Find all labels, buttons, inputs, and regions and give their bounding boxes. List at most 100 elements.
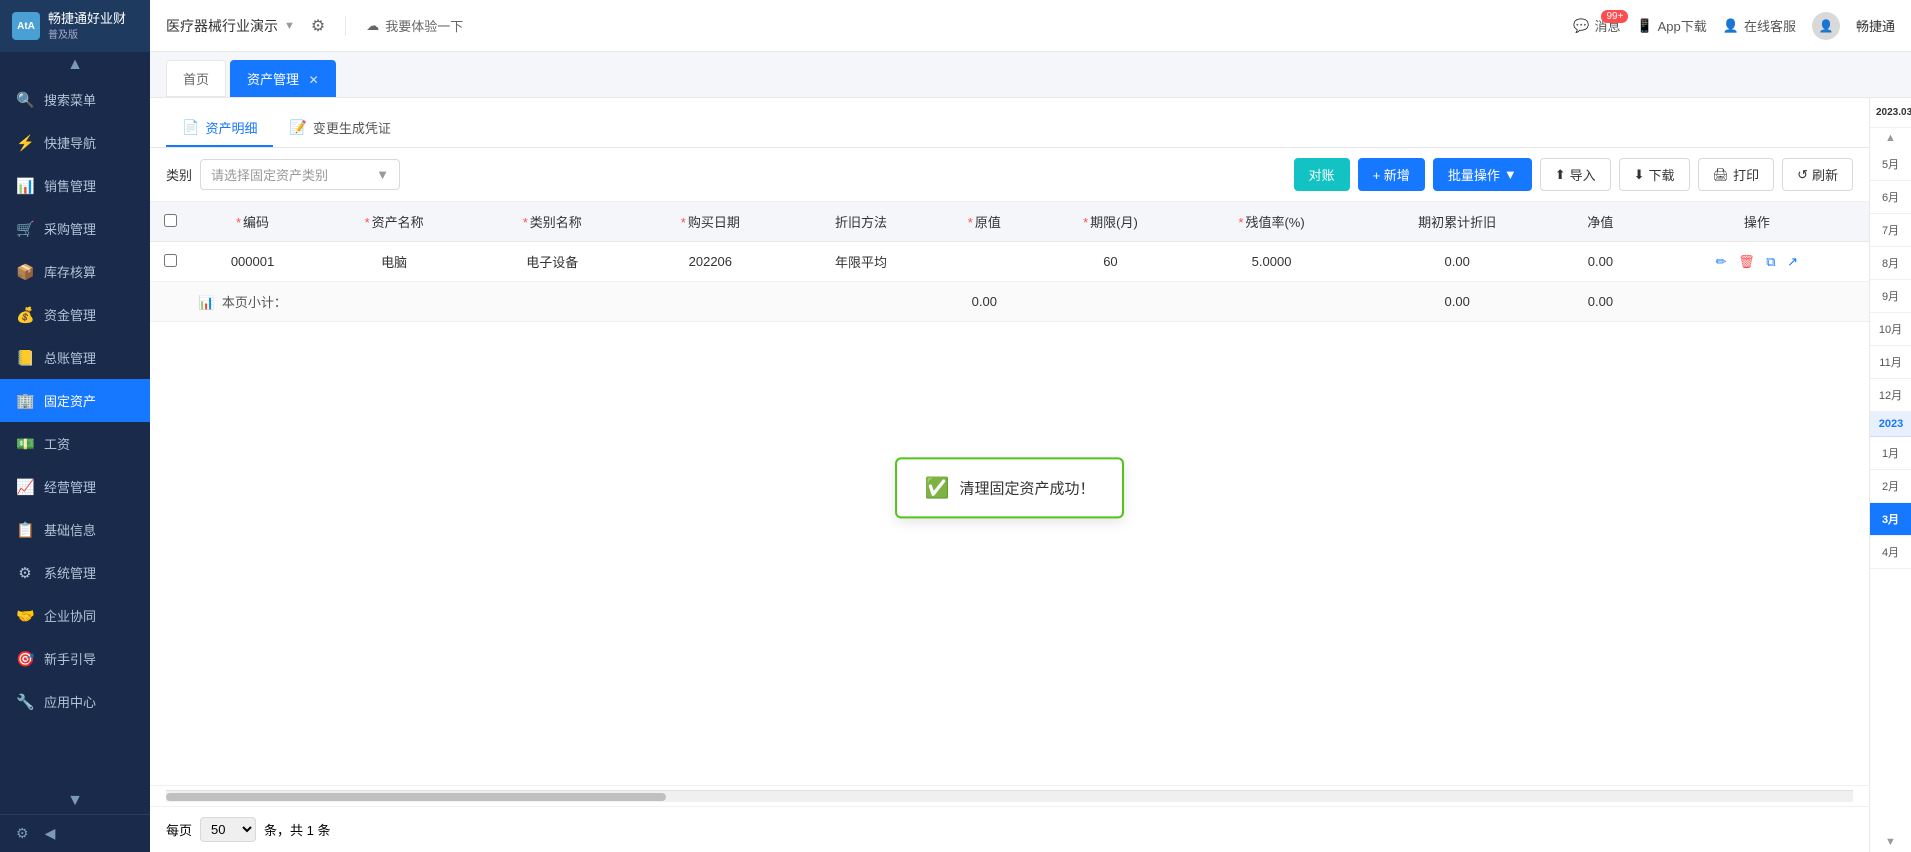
header-operations: 操作 [1645,202,1869,242]
sidebar-item-ledger[interactable]: 📒 总账管理 [0,336,150,379]
collapse-icon[interactable]: ◀ [45,825,56,842]
online-service-btn[interactable]: 👤 在线客服 [1723,16,1796,35]
sidebar-item-inventory[interactable]: 📦 库存核算 [0,250,150,293]
total-label: 条，共 1 条 [264,820,330,839]
quicknav-icon: ⚡ [16,134,34,152]
copy-icon[interactable]: ⧉ [1766,254,1775,269]
row-select-checkbox[interactable] [164,254,177,267]
edit-icon[interactable]: ✏ [1716,254,1727,269]
panel-month-7[interactable]: 7月 [1870,214,1911,247]
sidebar-item-quicknav[interactable]: ⚡ 快捷导航 [0,121,150,164]
select-all-checkbox[interactable] [164,214,177,227]
panel-month-3-current[interactable]: 3月 [1870,503,1911,536]
company-dropdown-icon: ▼ [284,20,295,32]
sidebar-item-collab[interactable]: 🤝 企业协同 [0,594,150,637]
panel-down-arrow[interactable]: ▼ [1870,832,1911,852]
company-selector[interactable]: 医疗器械行业演示 ▼ [166,16,295,36]
panel-month-2[interactable]: 2月 [1870,470,1911,503]
category-filter[interactable]: 请选择固定资产类别 ▼ [200,159,400,190]
new-btn[interactable]: + 新增 [1358,158,1425,191]
panel-month-5[interactable]: 5月 [1870,148,1911,181]
sidebar-item-guide[interactable]: 🎯 新手引导 [0,637,150,680]
asset-table: *编码 *资产名称 *类别名称 *购买日期 折旧方法 *原值 *期限(月) *残… [150,202,1869,322]
header-residual-rate: *残值率(%) [1185,202,1358,242]
more-icon[interactable]: ↗ [1787,254,1798,269]
subtab-change-voucher-label: 变更生成凭证 [313,118,391,137]
sidebar-item-basics[interactable]: 📋 基础信息 [0,508,150,551]
topbar-settings-icon[interactable]: ⚙ [311,16,325,36]
print-btn[interactable]: 🖨 打印 [1698,158,1775,191]
panel-month-6[interactable]: 6月 [1870,181,1911,214]
app-download-btn[interactable]: 📱 App下载 [1636,16,1706,35]
row-period: 60 [1036,242,1185,282]
sidebar-item-system[interactable]: ⚙ 系统管理 [0,551,150,594]
panel-up-arrow[interactable]: ▲ [1870,128,1911,148]
tab-asset-management[interactable]: 资产管理 ✕ [230,60,336,97]
sidebar-item-salary[interactable]: 💵 工资 [0,422,150,465]
sidebar-item-label: 基础信息 [44,520,96,539]
panel-year-2023[interactable]: 2023 [1870,412,1911,437]
panel-month-4[interactable]: 4月 [1870,536,1911,569]
tab-close-icon[interactable]: ✕ [309,73,319,87]
finance-icon: 💰 [16,306,34,324]
subtab-change-voucher[interactable]: 📝 变更生成凭证 [273,110,406,147]
sidebar-item-purchase[interactable]: 🛒 采购管理 [0,207,150,250]
subtotal-original: 0.00 [933,282,1036,322]
download-btn[interactable]: ⬇ 下载 [1619,158,1690,191]
row-net-value: 0.00 [1556,242,1644,282]
sidebar-scroll-up[interactable]: ▲ [0,52,150,78]
delete-icon[interactable]: 🗑 [1738,254,1755,269]
user-avatar[interactable]: 👤 [1812,12,1840,40]
salary-icon: 💵 [16,435,34,453]
sidebar-item-label: 总账管理 [44,348,96,367]
sidebar-item-sales[interactable]: 📊 销售管理 [0,164,150,207]
sidebar-item-finance[interactable]: 💰 资金管理 [0,293,150,336]
sidebar-item-operations[interactable]: 📈 经营管理 [0,465,150,508]
settings-bottom-icon[interactable]: ⚙ [16,825,29,842]
toolbar: 类别 请选择固定资产类别 ▼ 对账 + 新增 批量操作 ▼ ⬆ 导入 [150,148,1869,202]
success-popup: ✅ 清理固定资产成功！ [895,457,1125,518]
header-code: *编码 [190,202,315,242]
panel-month-11[interactable]: 11月 [1870,346,1911,379]
pagination: 每页 50 100 200 条，共 1 条 [150,806,1869,852]
sidebar-item-search[interactable]: 🔍 搜索菜单 [0,78,150,121]
import-btn[interactable]: ⬆ 导入 [1540,158,1611,191]
panel-year-label: 2023.03 [1876,107,1911,118]
experience-btn[interactable]: ☁ 我要体验一下 [366,16,463,35]
horizontal-scrollbar[interactable] [166,790,1853,802]
row-code: 000001 [190,242,315,282]
reconcile-btn[interactable]: 对账 [1294,158,1350,191]
sidebar-item-label: 系统管理 [44,563,96,582]
tab-asset-label: 资产管理 [247,72,299,87]
header-depreciation: 折旧方法 [789,202,932,242]
subtab-bar: 📄 资产明细 📝 变更生成凭证 [150,98,1869,148]
scrollbar-thumb[interactable] [166,793,666,801]
tab-home[interactable]: 首页 [166,60,226,97]
message-btn[interactable]: 💬 消息 99+ [1573,16,1620,35]
basics-icon: 📋 [16,521,34,539]
refresh-btn[interactable]: ↺ 刷新 [1782,158,1853,191]
panel-month-12[interactable]: 12月 [1870,379,1911,412]
subtab-asset-detail[interactable]: 📄 资产明细 [166,110,273,147]
panel-month-10[interactable]: 10月 [1870,313,1911,346]
message-icon: 💬 [1573,18,1589,34]
table-row: 000001 电脑 电子设备 202206 年限平均 60 5.0000 0.0… [150,242,1869,282]
panel-header: 2023.03 ✕ ⤢ [1870,98,1911,128]
per-page-select[interactable]: 50 100 200 [200,817,256,842]
service-icon: 👤 [1723,18,1739,34]
panel-months-scroll: 5月 6月 7月 8月 9月 10月 11月 12月 2023 1月 2月 3月… [1870,148,1911,832]
sidebar-item-fixedassets[interactable]: 🏢 固定资产 [0,379,150,422]
sidebar-item-label: 库存核算 [44,262,96,281]
sidebar-scroll-down[interactable]: ▼ [0,788,150,814]
header-initial-accumulated: 期初累计折旧 [1358,202,1556,242]
sidebar-item-appcenter[interactable]: 🔧 应用中心 [0,680,150,723]
panel-month-1[interactable]: 1月 [1870,437,1911,470]
panel-month-8[interactable]: 8月 [1870,247,1911,280]
sidebar-item-label: 采购管理 [44,219,96,238]
panel-month-9[interactable]: 9月 [1870,280,1911,313]
tab-home-label: 首页 [183,72,209,87]
tabbar: 首页 资产管理 ✕ [150,52,1911,98]
app-name: 畅捷通好业财 [48,11,126,27]
batch-btn[interactable]: 批量操作 ▼ [1433,158,1532,191]
app-download-label: App下载 [1658,16,1707,35]
